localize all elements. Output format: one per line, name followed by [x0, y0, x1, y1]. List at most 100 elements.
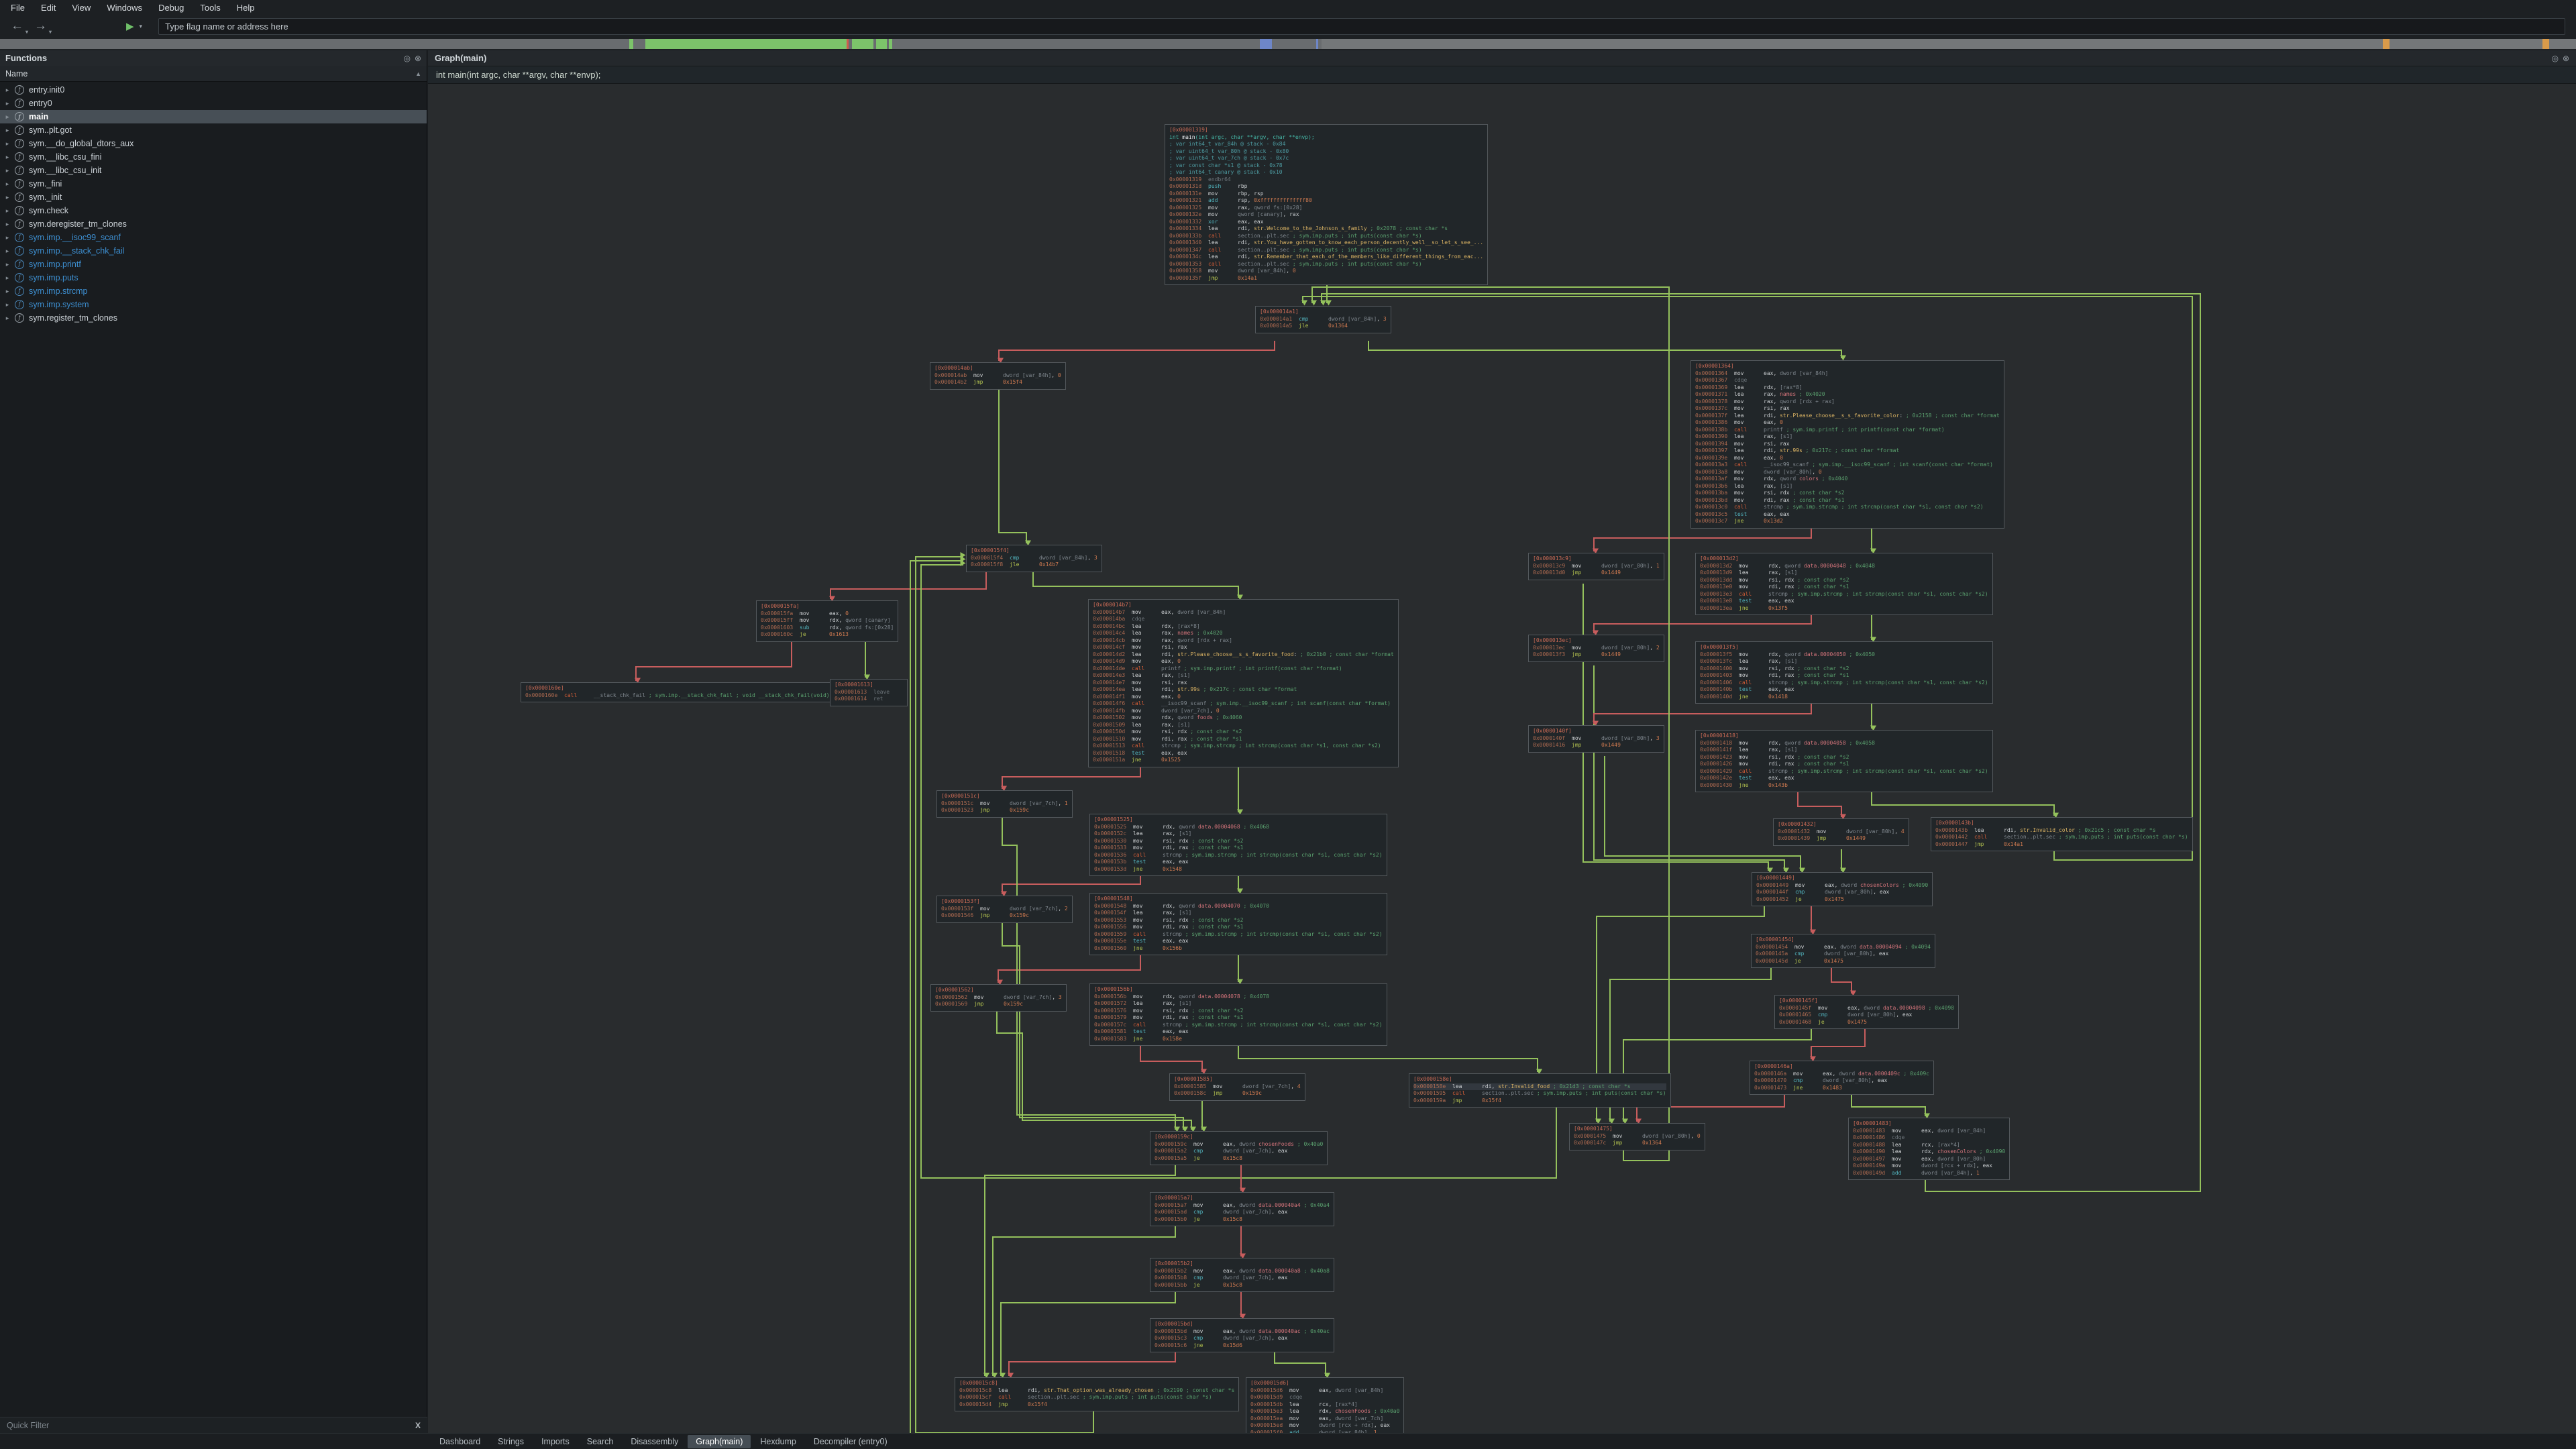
panel-close-icon[interactable]: ⊗: [2563, 54, 2569, 63]
graph-node-0x0000145f[interactable]: [0x0000145f] 0x0000145f mov eax, dword data…: [1774, 995, 1959, 1029]
function-item-main[interactable]: ▸ f main: [0, 110, 427, 123]
expand-caret-icon[interactable]: ▸: [3, 221, 12, 228]
graph-node-0x000014ab[interactable]: [0x000014ab] 0x000014ab mov dword [var_84h]…: [930, 362, 1066, 390]
graph-node-0x00001432[interactable]: [0x00001432] 0x00001432 mov dword [var_80h]…: [1773, 818, 1909, 846]
graph-node-0x0000153f[interactable]: [0x0000153f] 0x0000153f mov dword [var_7ch]…: [936, 896, 1073, 923]
tab-disassembly[interactable]: Disassembly: [623, 1435, 686, 1448]
function-item-sym._fini[interactable]: ▸ f sym._fini: [0, 177, 427, 191]
function-item-sym.imp.strcmp[interactable]: ▸ f sym.imp.strcmp: [0, 284, 427, 298]
debug-play-icon[interactable]: ▶: [126, 20, 134, 32]
tab-search[interactable]: Search: [579, 1435, 622, 1448]
expand-caret-icon[interactable]: ▸: [3, 288, 12, 295]
seek-bar[interactable]: [0, 39, 2576, 49]
graph-canvas[interactable]: [0x00001319] int main(int argc, char **ar…: [428, 84, 2576, 1433]
graph-node-0x0000158e[interactable]: [0x0000158e] 0x0000158e lea rdi, str.Invali…: [1409, 1073, 1671, 1108]
quick-filter-bar[interactable]: Quick Filter X: [0, 1417, 427, 1433]
graph-node-0x000015fa[interactable]: [0x000015fa] 0x000015fa mov eax, 0 0x000015f…: [756, 600, 899, 642]
graph-node-0x000015d6[interactable]: [0x000015d6] 0x000015d6 mov eax, dword [var…: [1246, 1377, 1405, 1433]
expand-caret-icon[interactable]: ▸: [3, 154, 12, 161]
panel-close-icon[interactable]: ⊗: [415, 54, 421, 63]
expand-caret-icon[interactable]: ▸: [3, 127, 12, 134]
expand-caret-icon[interactable]: ▸: [3, 207, 12, 215]
expand-caret-icon[interactable]: ▸: [3, 301, 12, 309]
graph-node-0x00001548[interactable]: [0x00001548] 0x00001548 mov rdx, qword data…: [1089, 893, 1387, 955]
expand-caret-icon[interactable]: ▸: [3, 167, 12, 174]
expand-caret-icon[interactable]: ▸: [3, 100, 12, 107]
graph-node-0x000013c9[interactable]: [0x000013c9] 0x000013c9 mov dword [var_80h]…: [1528, 553, 1664, 580]
tab-decompiler-entry0-[interactable]: Decompiler (entry0): [806, 1435, 896, 1448]
function-item-entry.init0[interactable]: ▸ f entry.init0: [0, 83, 427, 97]
menu-help[interactable]: Help: [230, 1, 262, 14]
expand-caret-icon[interactable]: ▸: [3, 315, 12, 322]
expand-caret-icon[interactable]: ▸: [3, 261, 12, 268]
panel-detach-icon[interactable]: ◎: [403, 54, 410, 63]
graph-node-0x00001525[interactable]: [0x00001525] 0x00001525 mov rdx, qword data…: [1089, 814, 1387, 876]
graph-node-0x00001319[interactable]: [0x00001319] int main(int argc, char **ar…: [1165, 124, 1489, 285]
quick-filter-close-button[interactable]: X: [415, 1421, 421, 1430]
graph-node-0x000015b2[interactable]: [0x000015b2] 0x000015b2 mov eax, dword data…: [1150, 1258, 1334, 1292]
expand-caret-icon[interactable]: ▸: [3, 248, 12, 255]
graph-node-0x000015bd[interactable]: [0x000015bd] 0x000015bd mov eax, dword data…: [1150, 1318, 1334, 1352]
expand-caret-icon[interactable]: ▸: [3, 194, 12, 201]
graph-node-0x00001418[interactable]: [0x00001418] 0x00001418 mov rdx, qword data…: [1695, 730, 1993, 792]
function-item-entry0[interactable]: ▸ f entry0: [0, 97, 427, 110]
function-item-sym.imp.__stack_chk_fail[interactable]: ▸ f sym.imp.__stack_chk_fail: [0, 244, 427, 258]
graph-node-0x000015f4[interactable]: [0x000015f4] 0x000015f4 cmp dword [var_84h]…: [966, 545, 1102, 572]
function-item-sym.imp.system[interactable]: ▸ f sym.imp.system: [0, 298, 427, 311]
tab-strings[interactable]: Strings: [490, 1435, 532, 1448]
graph-node-0x0000159c[interactable]: [0x0000159c] 0x0000159c mov eax, dword chos…: [1150, 1131, 1328, 1165]
graph-node-0x000014a1[interactable]: [0x000014a1] 0x000014a1 cmp dword [var_84h]…: [1255, 306, 1391, 333]
panel-detach-icon[interactable]: ◎: [2551, 54, 2558, 63]
function-item-sym.__libc_csu_init[interactable]: ▸ f sym.__libc_csu_init: [0, 164, 427, 177]
function-item-sym.__do_global_dtors_aux[interactable]: ▸ f sym.__do_global_dtors_aux: [0, 137, 427, 150]
graph-node-0x00001364[interactable]: [0x00001364] 0x00001364 mov eax, dword [var…: [1690, 360, 2004, 529]
tab-imports[interactable]: Imports: [533, 1435, 578, 1448]
graph-node-0x00001562[interactable]: [0x00001562] 0x00001562 mov dword [var_7ch]…: [930, 984, 1067, 1012]
graph-node-0x000013d2[interactable]: [0x000013d2] 0x000013d2 mov rdx, qword data…: [1695, 553, 1993, 615]
graph-node-0x000013ec[interactable]: [0x000013ec] 0x000013ec mov dword [var_80h]…: [1528, 635, 1664, 662]
graph-node-0x0000143b[interactable]: [0x0000143b] 0x0000143b lea rdi, str.Invali…: [1931, 817, 2193, 851]
back-arrow-icon[interactable]: ← ▾: [11, 19, 28, 35]
graph-node-0x00001483[interactable]: [0x00001483] 0x00001483 mov eax, dword [var…: [1848, 1118, 2010, 1180]
menu-windows[interactable]: Windows: [100, 1, 149, 14]
menu-tools[interactable]: Tools: [193, 1, 227, 14]
graph-node-0x00001449[interactable]: [0x00001449] 0x00001449 mov eax, dword chos…: [1752, 872, 1933, 906]
tab-graph-main-[interactable]: Graph(main): [688, 1434, 751, 1448]
expand-caret-icon[interactable]: ▸: [3, 113, 12, 121]
expand-caret-icon[interactable]: ▸: [3, 180, 12, 188]
function-item-sym.imp.printf[interactable]: ▸ f sym.imp.printf: [0, 258, 427, 271]
function-item-sym.imp.puts[interactable]: ▸ f sym.imp.puts: [0, 271, 427, 284]
expand-caret-icon[interactable]: ▸: [3, 140, 12, 148]
tab-hexdump[interactable]: Hexdump: [752, 1435, 804, 1448]
menu-edit[interactable]: Edit: [34, 1, 62, 14]
menu-debug[interactable]: Debug: [152, 1, 191, 14]
graph-node-0x0000160e[interactable]: [0x0000160e] 0x0000160e call __stack_chk_fa…: [521, 682, 835, 702]
graph-node-0x00001585[interactable]: [0x00001585] 0x00001585 mov dword [var_7ch]…: [1169, 1073, 1305, 1101]
function-item-sym..plt.got[interactable]: ▸ f sym..plt.got: [0, 123, 427, 137]
menu-view[interactable]: View: [65, 1, 97, 14]
function-item-sym.imp.__isoc99_scanf[interactable]: ▸ f sym.imp.__isoc99_scanf: [0, 231, 427, 244]
expand-caret-icon[interactable]: ▸: [3, 87, 12, 94]
graph-node-0x0000156b[interactable]: [0x0000156b] 0x0000156b mov rdx, qword data…: [1089, 983, 1387, 1046]
graph-node-0x000015a7[interactable]: [0x000015a7] 0x000015a7 mov eax, dword data…: [1150, 1192, 1334, 1226]
graph-node-0x000013f5[interactable]: [0x000013f5] 0x000013f5 mov rdx, qword data…: [1695, 641, 1993, 704]
expand-caret-icon[interactable]: ▸: [3, 234, 12, 241]
tab-dashboard[interactable]: Dashboard: [431, 1435, 488, 1448]
flag-search-input[interactable]: [158, 17, 2566, 35]
graph-node-0x000014b7[interactable]: [0x000014b7] 0x000014b7 mov eax, dword [var…: [1088, 599, 1399, 767]
expand-caret-icon[interactable]: ▸: [3, 274, 12, 282]
function-item-sym.check[interactable]: ▸ f sym.check: [0, 204, 427, 217]
menu-file[interactable]: File: [4, 1, 32, 14]
function-item-sym._init[interactable]: ▸ f sym._init: [0, 191, 427, 204]
graph-node-0x00001454[interactable]: [0x00001454] 0x00001454 mov eax, dword data…: [1751, 934, 1935, 968]
graph-node-0x0000140f[interactable]: [0x0000140f] 0x0000140f mov dword [var_80h]…: [1528, 725, 1664, 753]
debug-dropdown-icon[interactable]: ▾: [140, 23, 143, 30]
function-item-sym.deregister_tm_clones[interactable]: ▸ f sym.deregister_tm_clones: [0, 217, 427, 231]
graph-node-0x000015c8[interactable]: [0x000015c8] 0x000015c8 lea rdi, str.That_o…: [955, 1377, 1240, 1411]
graph-node-0x00001475[interactable]: [0x00001475] 0x00001475 mov dword [var_80h]…: [1569, 1123, 1705, 1150]
functions-column-header[interactable]: Name ▲: [0, 66, 427, 82]
graph-node-0x0000151c[interactable]: [0x0000151c] 0x0000151c mov dword [var_7ch]…: [936, 790, 1073, 818]
graph-node-0x00001613[interactable]: [0x00001613] 0x00001613 leave 0x00001614 ret: [830, 679, 908, 706]
function-item-sym.__libc_csu_fini[interactable]: ▸ f sym.__libc_csu_fini: [0, 150, 427, 164]
function-item-sym.register_tm_clones[interactable]: ▸ f sym.register_tm_clones: [0, 311, 427, 325]
